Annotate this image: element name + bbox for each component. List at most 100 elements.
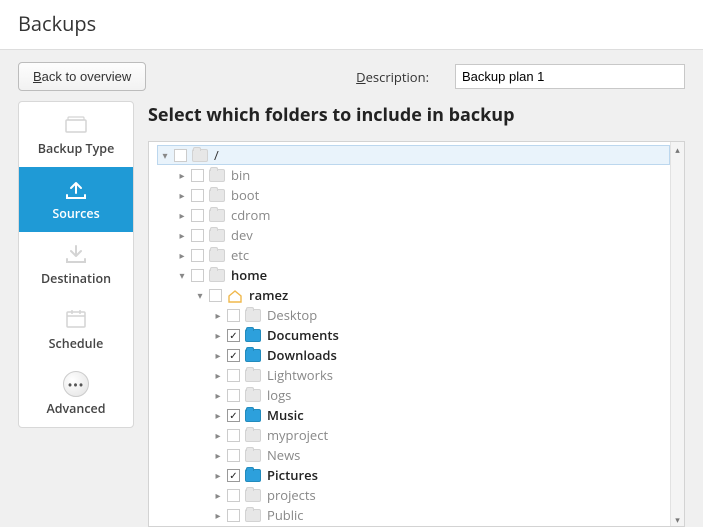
tree-item-label: Public [267, 506, 304, 524]
tree-item-label: myproject [267, 426, 328, 444]
chevron-right-icon[interactable]: ▸ [211, 508, 225, 522]
scroll-down-icon[interactable]: ▾ [671, 512, 684, 526]
page-header: Backups [0, 0, 703, 50]
include-checkbox[interactable] [209, 289, 222, 302]
chevron-right-icon[interactable]: ▸ [211, 308, 225, 322]
sidebar-item-backup-type[interactable]: Backup Type [19, 102, 133, 167]
folder-icon [245, 329, 261, 342]
home-icon [227, 289, 243, 302]
main-heading: Select which folders to include in backu… [148, 103, 685, 127]
tree-item-label: Downloads [267, 346, 337, 364]
sidebar-item-sources[interactable]: Sources [19, 167, 133, 232]
folder-icon [245, 429, 261, 442]
scroll-up-icon[interactable]: ▴ [671, 142, 684, 156]
folder-icon [245, 369, 261, 382]
chevron-down-icon[interactable]: ▾ [193, 288, 207, 302]
tree-row-dev[interactable]: ▸ dev [157, 225, 670, 245]
tree-item-label: Documents [267, 326, 339, 344]
include-checkbox[interactable] [227, 389, 240, 402]
tree-row-etc[interactable]: ▸etc [157, 245, 670, 265]
dots-icon: ••• [62, 372, 90, 396]
upload-icon [62, 177, 90, 201]
tree-item-label: News [267, 446, 300, 464]
include-checkbox[interactable] [227, 509, 240, 522]
tree-row-projects[interactable]: ▸projects [157, 485, 670, 505]
include-checkbox[interactable] [227, 489, 240, 502]
include-checkbox[interactable] [191, 249, 204, 262]
chevron-right-icon[interactable]: ▸ [175, 208, 189, 222]
tree-row-cdrom[interactable]: ▸cdrom [157, 205, 670, 225]
chevron-right-icon[interactable]: ▸ [175, 168, 189, 182]
tree-item-label: Music [267, 406, 304, 424]
toolbar: Back to overview Description: [0, 50, 703, 101]
page-title: Backups [18, 10, 685, 37]
include-checkbox[interactable] [227, 429, 240, 442]
include-checkbox[interactable] [191, 269, 204, 282]
folder-icon [209, 249, 225, 262]
tree-row-documents[interactable]: ▸✓ Documents [157, 325, 670, 345]
chevron-right-icon[interactable]: ▸ [175, 248, 189, 262]
sidebar-item-advanced[interactable]: ••• Advanced [19, 362, 133, 427]
sidebar-item-label: Advanced [46, 400, 105, 417]
chevron-right-icon[interactable]: ▸ [211, 388, 225, 402]
chevron-right-icon[interactable]: ▸ [211, 488, 225, 502]
chevron-right-icon[interactable]: ▸ [211, 428, 225, 442]
chevron-right-icon[interactable]: ▸ [175, 188, 189, 202]
include-checkbox[interactable]: ✓ [227, 349, 240, 362]
description-input[interactable] [455, 64, 685, 89]
chevron-right-icon[interactable]: ▸ [211, 368, 225, 382]
tree-item-label: home [231, 266, 267, 284]
folder-tree: ▾/▸bin▸boot▸cdrom▸dev▸etc▾home▾ramez▸Des… [148, 141, 685, 527]
tree-row-public[interactable]: ▸ Public [157, 505, 670, 525]
include-checkbox[interactable]: ✓ [227, 409, 240, 422]
include-checkbox[interactable] [191, 189, 204, 202]
tree-row-bin[interactable]: ▸bin [157, 165, 670, 185]
include-checkbox[interactable] [191, 169, 204, 182]
chevron-right-icon[interactable]: ▸ [211, 448, 225, 462]
tree-row-root[interactable]: ▾/ [157, 145, 670, 165]
include-checkbox[interactable] [174, 149, 187, 162]
tree-item-label: Pictures [267, 466, 318, 484]
include-checkbox[interactable]: ✓ [227, 469, 240, 482]
sidebar-item-destination[interactable]: Destination [19, 232, 133, 297]
tree-row-pictures[interactable]: ▸✓ Pictures [157, 465, 670, 485]
tree-row-downloads[interactable]: ▸✓ Downloads [157, 345, 670, 365]
tree-row-logs[interactable]: ▸logs [157, 385, 670, 405]
tree-row-desktop[interactable]: ▸Desktop [157, 305, 670, 325]
sidebar-item-label: Sources [52, 205, 99, 222]
chevron-down-icon[interactable]: ▾ [175, 268, 189, 282]
tree-row-boot[interactable]: ▸boot [157, 185, 670, 205]
include-checkbox[interactable] [191, 229, 204, 242]
back-to-overview-button[interactable]: Back to overview [18, 62, 146, 91]
folder-icon [245, 389, 261, 402]
folder-icon [245, 309, 261, 322]
folder-icon [245, 469, 261, 482]
tree-row-music[interactable]: ▸✓ Music [157, 405, 670, 425]
calendar-icon [62, 307, 90, 331]
chevron-down-icon[interactable]: ▾ [158, 148, 172, 162]
include-checkbox[interactable] [227, 449, 240, 462]
tree-scrollbar[interactable]: ▴ ▾ [670, 142, 684, 526]
tree-row-user[interactable]: ▾ramez [157, 285, 670, 305]
tree-row-myproject[interactable]: ▸ myproject [157, 425, 670, 445]
chevron-right-icon[interactable]: ▸ [175, 228, 189, 242]
sidebar-item-label: Schedule [49, 335, 104, 352]
sidebar-item-schedule[interactable]: Schedule [19, 297, 133, 362]
folder-icon [245, 409, 261, 422]
folder-icon [209, 209, 225, 222]
download-icon [62, 242, 90, 266]
chevron-right-icon[interactable]: ▸ [211, 468, 225, 482]
include-checkbox[interactable] [191, 209, 204, 222]
include-checkbox[interactable] [227, 309, 240, 322]
tree-row-home[interactable]: ▾ home [157, 265, 670, 285]
chevron-right-icon[interactable]: ▸ [211, 408, 225, 422]
tree-row-lightworks[interactable]: ▸ Lightworks [157, 365, 670, 385]
tree-item-label: Lightworks [267, 366, 333, 384]
chevron-right-icon[interactable]: ▸ [211, 328, 225, 342]
tree-item-label: dev [231, 226, 253, 244]
folder-icon [245, 449, 261, 462]
include-checkbox[interactable] [227, 369, 240, 382]
include-checkbox[interactable]: ✓ [227, 329, 240, 342]
tree-row-news[interactable]: ▸ News [157, 445, 670, 465]
chevron-right-icon[interactable]: ▸ [211, 348, 225, 362]
